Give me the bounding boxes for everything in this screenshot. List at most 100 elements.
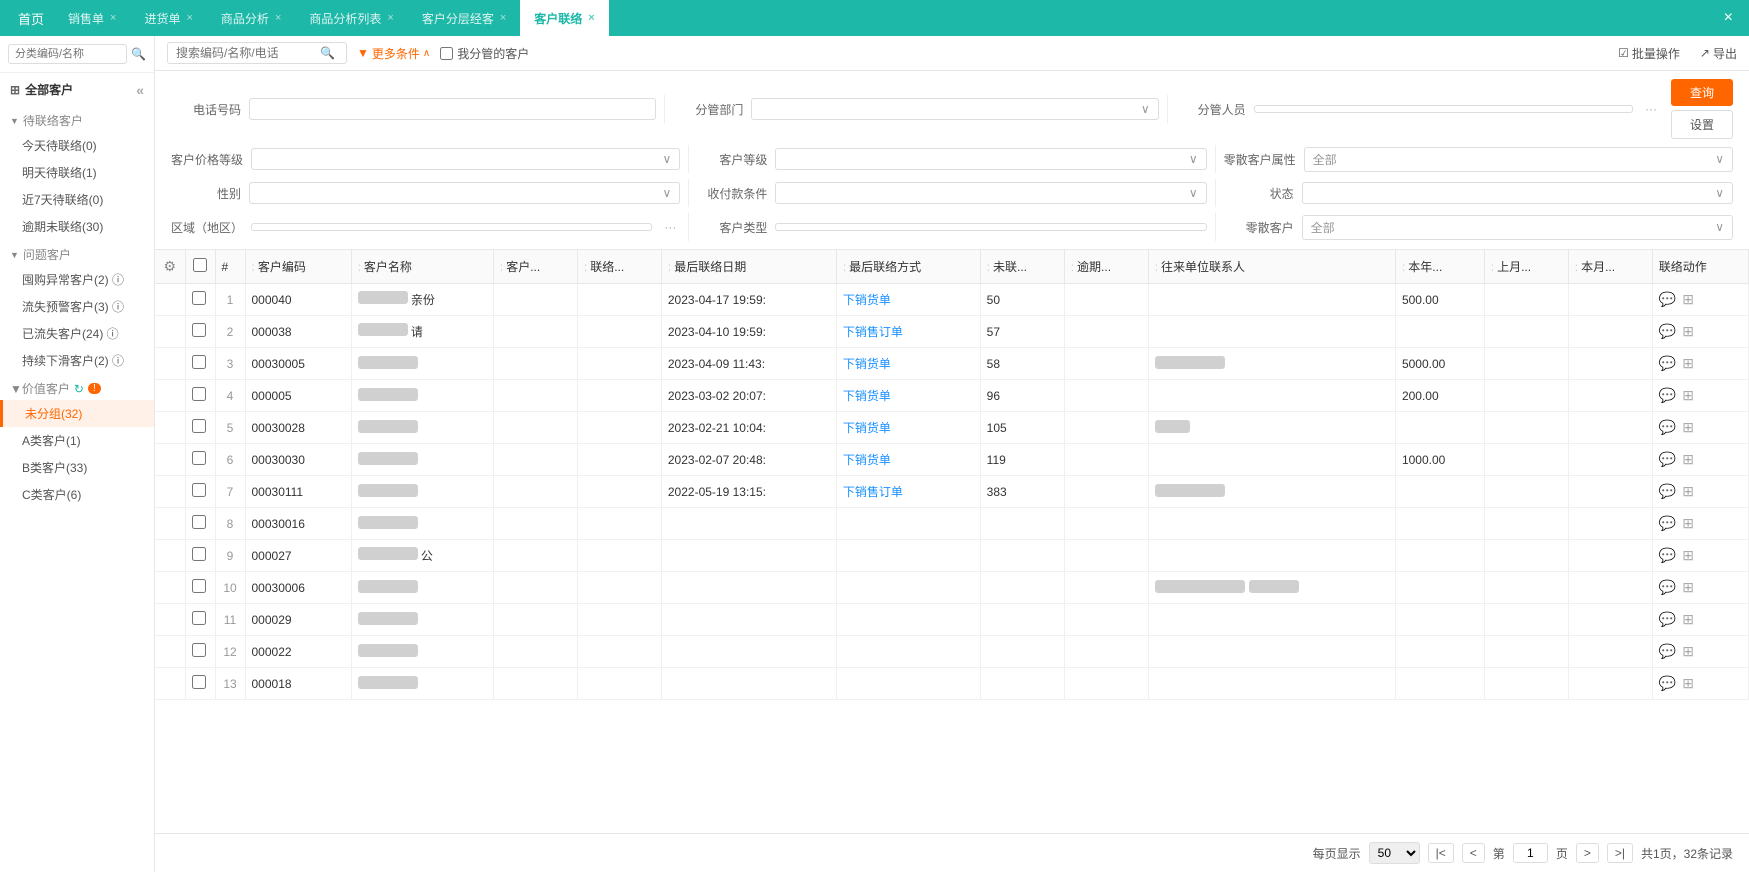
checkbox-cell[interactable]: [185, 412, 215, 444]
unlisted-col-header[interactable]: :未联...: [980, 250, 1064, 284]
sidebar-item-today[interactable]: 今天待联络(0): [0, 132, 154, 159]
first-page-btn[interactable]: |<: [1428, 843, 1454, 863]
close-analysis-list-tab[interactable]: ×: [387, 12, 393, 24]
main-search-icon[interactable]: 🔍: [320, 46, 335, 60]
last-method-cell[interactable]: [836, 636, 980, 668]
last-month-col-header[interactable]: :上月...: [1484, 250, 1568, 284]
last-method-link[interactable]: 下销货单: [843, 453, 891, 467]
contact-icon[interactable]: 💬: [1659, 355, 1676, 372]
contact-icon[interactable]: 💬: [1659, 675, 1676, 692]
row-checkbox[interactable]: [192, 547, 206, 561]
gear-icon[interactable]: ⚙: [163, 258, 176, 274]
nav-tab-customer-contact[interactable]: 客户联络 ×: [520, 0, 608, 36]
person-select[interactable]: [1254, 105, 1633, 113]
problem-customers-group[interactable]: ▼ 问题客户: [0, 240, 154, 266]
checkbox-cell[interactable]: [185, 316, 215, 348]
row-checkbox[interactable]: [192, 675, 206, 689]
checkbox-cell[interactable]: [185, 636, 215, 668]
last-method-cell[interactable]: [836, 572, 980, 604]
sidebar-item-class-a[interactable]: A类客户(1): [0, 427, 154, 454]
row-checkbox[interactable]: [192, 355, 206, 369]
gender-select[interactable]: ∨: [249, 182, 680, 204]
sidebar-item-abnormal[interactable]: 囤购异常客户(2) ⓘ: [0, 266, 154, 293]
last-method-cell[interactable]: 下销货单: [836, 348, 980, 380]
prev-page-btn[interactable]: <: [1462, 843, 1485, 863]
sidebar-item-churned[interactable]: 已流失客户(24) ⓘ: [0, 320, 154, 347]
status-select[interactable]: ∨: [1302, 182, 1733, 204]
phone-input[interactable]: [249, 98, 656, 120]
contact-icon[interactable]: 💬: [1659, 515, 1676, 532]
more-action-icon[interactable]: ⊞: [1682, 579, 1694, 596]
more-action-icon[interactable]: ⊞: [1682, 547, 1694, 564]
contact-icon[interactable]: 💬: [1659, 291, 1676, 308]
contact-icon[interactable]: 💬: [1659, 451, 1676, 468]
last-method-cell[interactable]: 下销货单: [836, 380, 980, 412]
customer-col-header[interactable]: :客户...: [493, 250, 577, 284]
bulk-operations-btn[interactable]: ☑ 批量操作: [1618, 45, 1680, 62]
contact-icon[interactable]: 💬: [1659, 643, 1676, 660]
row-checkbox[interactable]: [192, 451, 206, 465]
sidebar-search-icon[interactable]: 🔍: [131, 47, 146, 61]
close-customer-tier-tab[interactable]: ×: [500, 12, 506, 24]
checkbox-cell[interactable]: [185, 348, 215, 380]
more-conditions-btn[interactable]: ▼ 更多条件 ∧: [357, 45, 430, 62]
contact-icon[interactable]: 💬: [1659, 323, 1676, 340]
category-search-input[interactable]: [8, 44, 127, 64]
contact-icon[interactable]: 💬: [1659, 611, 1676, 628]
more-action-icon[interactable]: ⊞: [1682, 323, 1694, 340]
nav-tab-customer-tier[interactable]: 客户分层经客 ×: [408, 0, 520, 36]
nav-home[interactable]: 首页: [8, 0, 54, 36]
select-all-checkbox[interactable]: [193, 258, 207, 272]
main-search-input[interactable]: [176, 46, 316, 60]
code-column-header[interactable]: :客户编码: [245, 250, 351, 284]
checkbox-cell[interactable]: [185, 572, 215, 604]
page-number-input[interactable]: [1513, 843, 1548, 863]
more-action-icon[interactable]: ⊞: [1682, 387, 1694, 404]
price-level-select[interactable]: ∨: [251, 148, 680, 170]
row-checkbox[interactable]: [192, 611, 206, 625]
my-customers-check[interactable]: [440, 47, 453, 60]
customer-level-select[interactable]: ∨: [775, 148, 1206, 170]
sidebar-item-declining[interactable]: 持续下滑客户(2) ⓘ: [0, 347, 154, 374]
sidebar-item-overdue[interactable]: 逾期未联络(30): [0, 213, 154, 240]
name-column-header[interactable]: :客户名称: [351, 250, 493, 284]
next-page-btn[interactable]: >: [1576, 843, 1599, 863]
last-method-cell[interactable]: 下销售订单: [836, 316, 980, 348]
sidebar-item-class-b[interactable]: B类客户(33): [0, 454, 154, 481]
refresh-icon[interactable]: ↻: [74, 382, 84, 396]
zero-attr-select[interactable]: 全部 ∨: [1304, 147, 1733, 172]
row-checkbox[interactable]: [192, 387, 206, 401]
row-checkbox[interactable]: [192, 419, 206, 433]
last-method-cell[interactable]: [836, 604, 980, 636]
last-page-btn[interactable]: >|: [1607, 843, 1633, 863]
dept-select[interactable]: ∨: [751, 98, 1158, 120]
more-action-icon[interactable]: ⊞: [1682, 291, 1694, 308]
region-more-btn[interactable]: ···: [660, 220, 680, 234]
row-checkbox[interactable]: [192, 483, 206, 497]
more-action-icon[interactable]: ⊞: [1682, 515, 1694, 532]
sidebar-item-7days[interactable]: 近7天待联络(0): [0, 186, 154, 213]
last-method-cell[interactable]: 下销货单: [836, 444, 980, 476]
checkbox-cell[interactable]: [185, 380, 215, 412]
last-method-col-header[interactable]: :最后联络方式: [836, 250, 980, 284]
nav-tab-analysis-list[interactable]: 商品分析列表 ×: [295, 0, 407, 36]
per-page-select[interactable]: 50 20 100: [1369, 842, 1420, 864]
query-button[interactable]: 查询: [1671, 79, 1733, 106]
more-action-icon[interactable]: ⊞: [1682, 355, 1694, 372]
row-checkbox[interactable]: [192, 323, 206, 337]
pending-contact-group[interactable]: ▼ 待联络客户: [0, 106, 154, 132]
last-method-cell[interactable]: [836, 508, 980, 540]
checkbox-cell[interactable]: [185, 284, 215, 316]
contact-icon[interactable]: 💬: [1659, 483, 1676, 500]
close-analysis-tab[interactable]: ×: [275, 12, 281, 24]
collapse-icon[interactable]: «: [136, 82, 144, 98]
person-more-btn[interactable]: ···: [1641, 102, 1661, 116]
contact-col-header[interactable]: :联络...: [577, 250, 661, 284]
last-method-cell[interactable]: 下销货单: [836, 284, 980, 316]
last-method-link[interactable]: 下销货单: [843, 357, 891, 371]
settings-column-header[interactable]: ⚙: [155, 250, 185, 284]
this-month-col-header[interactable]: :本月...: [1568, 250, 1652, 284]
window-close-button[interactable]: ×: [1716, 9, 1741, 27]
all-customers-header[interactable]: ⊞ 全部客户 «: [0, 73, 154, 106]
my-customers-checkbox[interactable]: 我分管的客户: [440, 45, 529, 62]
